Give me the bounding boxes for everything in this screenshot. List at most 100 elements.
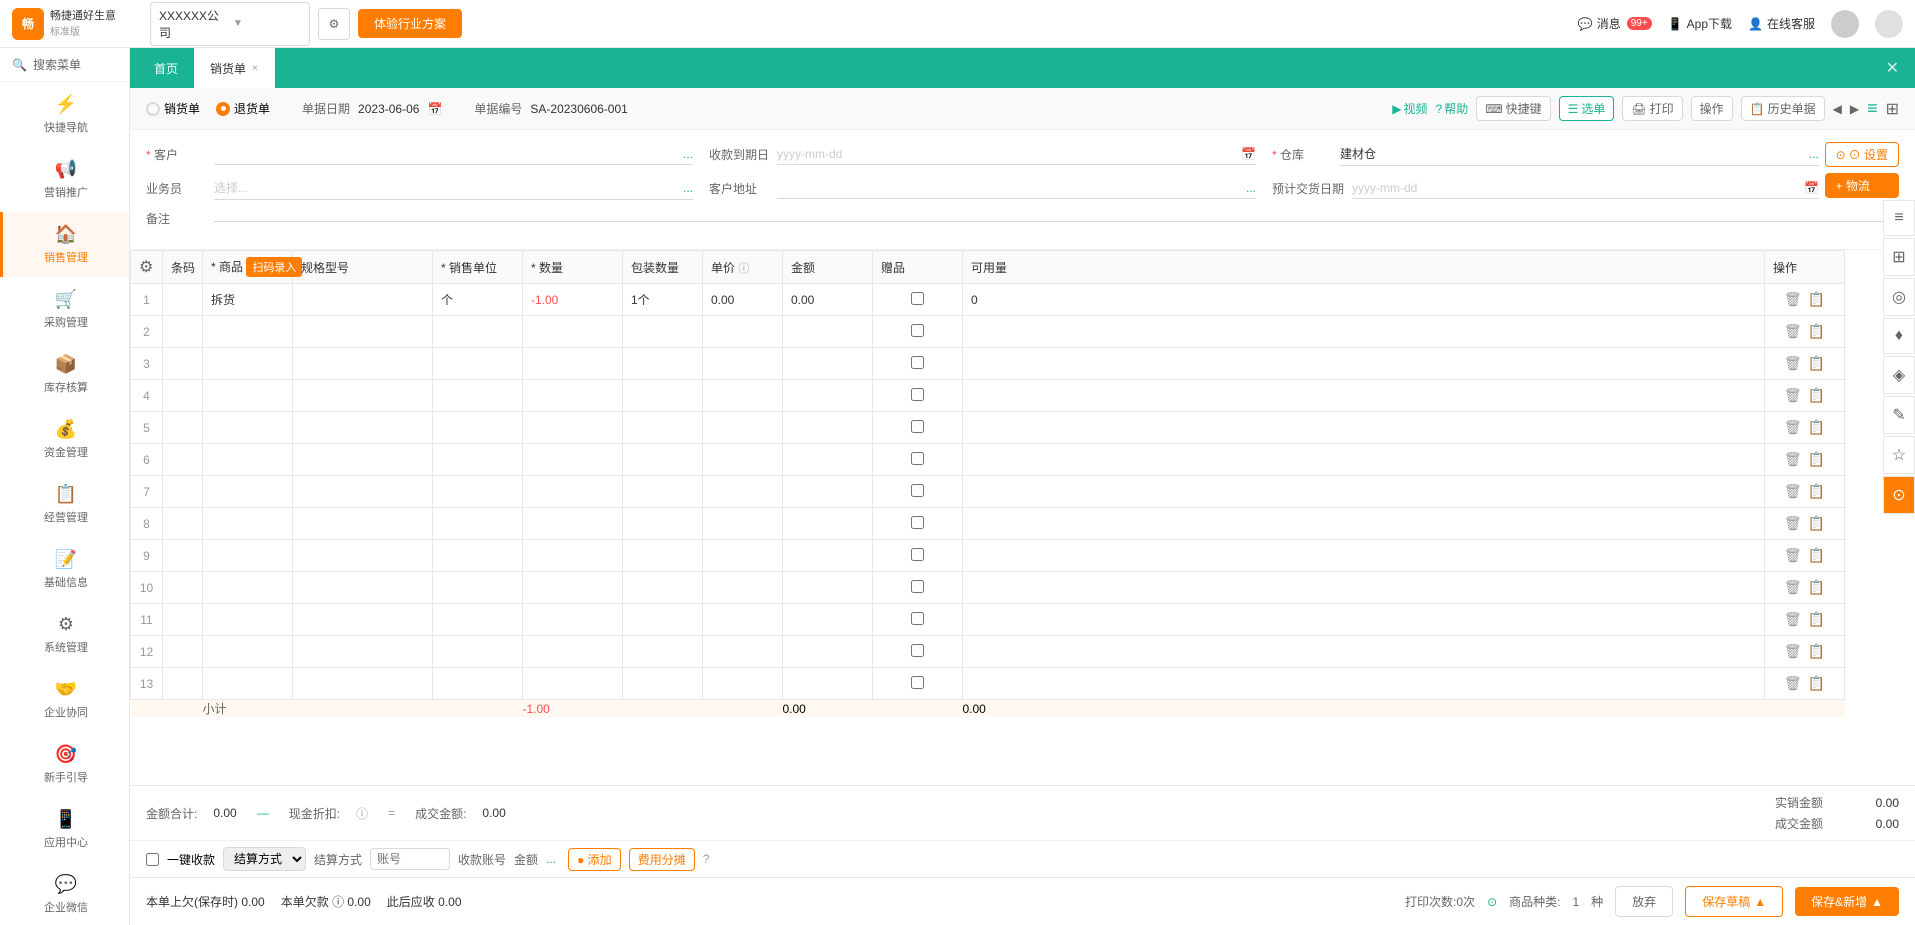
calendar-due-icon[interactable]: 📅: [1241, 147, 1256, 161]
product-cell-5[interactable]: [203, 444, 293, 476]
copy-row-icon-10[interactable]: 📋: [1808, 611, 1825, 628]
warehouse-input[interactable]: 建材仓 ...: [1340, 142, 1819, 166]
gift-checkbox-11[interactable]: [911, 644, 924, 657]
right-tool-grid[interactable]: ⊞: [1883, 238, 1915, 276]
tab-sale-order[interactable]: 销货单 ×: [194, 48, 275, 88]
radio-return[interactable]: 退货单: [216, 100, 270, 117]
right-tool-target[interactable]: ◎: [1883, 278, 1915, 316]
product-cell-9[interactable]: [203, 572, 293, 604]
payment-due-input[interactable]: yyyy-mm-dd 📅: [777, 144, 1256, 165]
save-new-button[interactable]: 保存&新增 ▲: [1795, 887, 1899, 916]
expected-date-input[interactable]: yyyy-mm-dd 📅: [1352, 178, 1819, 199]
copy-row-icon-8[interactable]: 📋: [1808, 547, 1825, 564]
trial-button[interactable]: 体验行业方案: [358, 9, 462, 38]
copy-row-icon-9[interactable]: 📋: [1808, 579, 1825, 596]
add-payment-button[interactable]: ● 添加: [568, 848, 621, 871]
radio-sale[interactable]: 销货单: [146, 100, 200, 117]
avatar-2[interactable]: [1875, 10, 1903, 38]
product-cell-10[interactable]: [203, 604, 293, 636]
one-click-payment-checkbox[interactable]: [146, 853, 159, 866]
sidebar-item-purchase[interactable]: 🛒 采购管理: [0, 277, 129, 342]
gift-checkbox-0[interactable]: [911, 292, 924, 305]
gift-checkbox-12[interactable]: [911, 676, 924, 689]
operate-button[interactable]: 操作: [1691, 96, 1733, 121]
help-link[interactable]: ? 帮助: [1436, 100, 1469, 117]
tab-close-icon[interactable]: ×: [252, 63, 258, 74]
tab-home[interactable]: 首页: [138, 48, 194, 88]
delete-row-icon-5[interactable]: 🗑: [1784, 451, 1802, 468]
discard-button[interactable]: 放弃: [1615, 886, 1673, 917]
next-icon[interactable]: ▶: [1850, 102, 1859, 116]
sidebar-item-marketing[interactable]: 📢 营销推广: [0, 147, 129, 212]
copy-row-icon-5[interactable]: 📋: [1808, 451, 1825, 468]
list-view-icon[interactable]: ≡: [1867, 98, 1878, 119]
online-service-button[interactable]: 👤 在线客服: [1748, 15, 1815, 32]
settings-form-button[interactable]: ⊙ ⊙ 设置: [1825, 142, 1899, 167]
sidebar-item-operations[interactable]: 📋 经营管理: [0, 472, 129, 537]
salesperson-dots[interactable]: ...: [683, 181, 693, 195]
avatar[interactable]: [1831, 10, 1859, 38]
expense-help-icon[interactable]: ?: [703, 852, 710, 866]
calendar-icon[interactable]: 📅: [427, 102, 442, 116]
delete-row-icon-0[interactable]: 🗑: [1784, 291, 1802, 308]
col-settings[interactable]: ⚙: [131, 251, 163, 284]
shortcut-button[interactable]: ⌨ 快捷键: [1476, 96, 1550, 121]
notes-input[interactable]: [214, 215, 1899, 222]
copy-row-icon-7[interactable]: 📋: [1808, 515, 1825, 532]
sidebar-item-base-info[interactable]: 📝 基础信息: [0, 537, 129, 602]
window-close-button[interactable]: ✕: [1878, 58, 1907, 78]
delete-row-icon-7[interactable]: 🗑: [1784, 515, 1802, 532]
delete-row-icon-9[interactable]: 🗑: [1784, 579, 1802, 596]
sidebar-search[interactable]: 🔍 搜索菜单: [0, 48, 129, 82]
product-cell-1[interactable]: [203, 316, 293, 348]
message-button[interactable]: 💬 消息 99+: [1578, 15, 1652, 32]
company-selector[interactable]: XXXXXX公司 ▼: [150, 2, 310, 46]
account-input[interactable]: [370, 848, 450, 870]
payment-dots[interactable]: ...: [546, 852, 556, 866]
product-cell-6[interactable]: [203, 476, 293, 508]
right-tool-view[interactable]: ◈: [1883, 356, 1915, 394]
sidebar-item-guide[interactable]: 🎯 新手引导: [0, 732, 129, 797]
gift-checkbox-4[interactable]: [911, 420, 924, 433]
copy-row-icon-0[interactable]: 📋: [1808, 291, 1825, 308]
product-cell-12[interactable]: [203, 668, 293, 700]
gift-checkbox-9[interactable]: [911, 580, 924, 593]
logistics-button[interactable]: + 物流: [1825, 173, 1899, 198]
gift-checkbox-2[interactable]: [911, 356, 924, 369]
sidebar-item-weixin[interactable]: 💬 企业微信: [0, 862, 129, 925]
sidebar-item-finance[interactable]: 💰 资金管理: [0, 407, 129, 472]
scan-button[interactable]: 扫码录入: [246, 257, 302, 277]
delete-row-icon-2[interactable]: 🗑: [1784, 355, 1802, 372]
delete-row-icon-11[interactable]: 🗑: [1784, 643, 1802, 660]
gift-checkbox-6[interactable]: [911, 484, 924, 497]
product-cell-0[interactable]: 拆货: [203, 284, 293, 316]
copy-row-icon-1[interactable]: 📋: [1808, 323, 1825, 340]
customer-addr-input[interactable]: ...: [777, 178, 1256, 199]
delete-row-icon-12[interactable]: 🗑: [1784, 675, 1802, 692]
gift-checkbox-1[interactable]: [911, 324, 924, 337]
settings-icon[interactable]: ⚙: [318, 8, 350, 40]
warehouse-dots[interactable]: ...: [1809, 147, 1819, 161]
gift-checkbox-7[interactable]: [911, 516, 924, 529]
delete-row-icon-4[interactable]: 🗑: [1784, 419, 1802, 436]
product-cell-8[interactable]: [203, 540, 293, 572]
customer-addr-dots[interactable]: ...: [1246, 181, 1256, 195]
select-order-button[interactable]: ☰ 选单: [1559, 96, 1615, 121]
gift-checkbox-10[interactable]: [911, 612, 924, 625]
right-tool-settings[interactable]: ⊙: [1883, 476, 1915, 514]
grid-view-icon[interactable]: ⊞: [1886, 99, 1899, 119]
delete-row-icon-6[interactable]: 🗑: [1784, 483, 1802, 500]
copy-row-icon-12[interactable]: 📋: [1808, 675, 1825, 692]
delete-row-icon-8[interactable]: 🗑: [1784, 547, 1802, 564]
sidebar-item-inventory[interactable]: 📦 库存核算: [0, 342, 129, 407]
prev-icon[interactable]: ◀: [1833, 102, 1842, 116]
customer-dots[interactable]: ...: [683, 147, 693, 161]
right-tool-diamond[interactable]: ♦: [1883, 318, 1915, 354]
calendar-expected-icon[interactable]: 📅: [1804, 181, 1819, 195]
payment-method-select[interactable]: 结算方式: [223, 847, 306, 871]
gift-checkbox-8[interactable]: [911, 548, 924, 561]
product-type-icon[interactable]: ⊙: [1487, 895, 1497, 909]
video-link[interactable]: ▶ 视频: [1392, 100, 1427, 117]
history-button[interactable]: 📋 历史单据: [1741, 96, 1825, 121]
sidebar-item-app-center[interactable]: 📱 应用中心: [0, 797, 129, 862]
